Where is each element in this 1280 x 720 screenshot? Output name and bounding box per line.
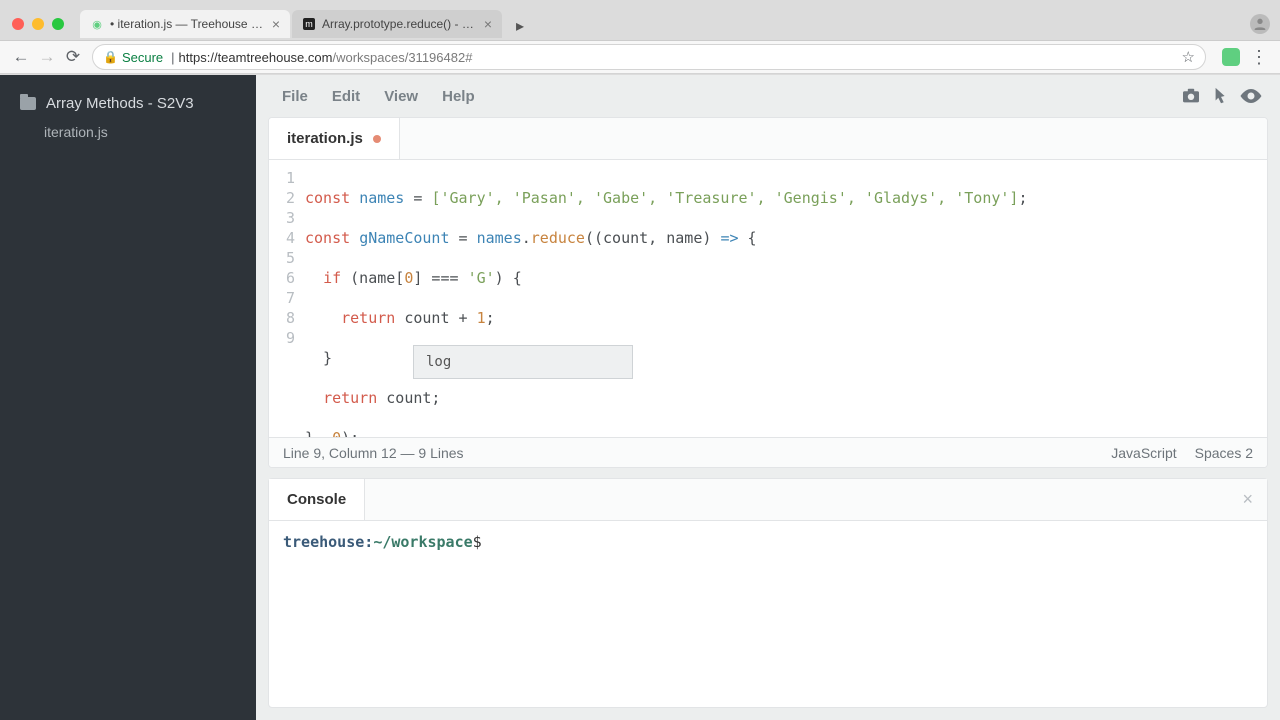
unsaved-indicator-icon	[373, 135, 381, 143]
tab-title: Array.prototype.reduce() - Jav	[322, 17, 480, 31]
url-separator: |	[171, 50, 174, 65]
console-header: Console ×	[269, 479, 1267, 521]
file-name-label: iteration.js	[44, 124, 108, 140]
project-name-label: Array Methods - S2V3	[46, 95, 194, 112]
prompt-host: treehouse:	[283, 533, 373, 551]
cursor-icon[interactable]	[1206, 87, 1236, 105]
editor-card: iteration.js 1 2 3 4 5 6 7 8 9 const nam…	[268, 117, 1268, 468]
editor-tab-iteration[interactable]: iteration.js	[269, 118, 400, 159]
url-path: /workspaces/31196482#	[332, 50, 472, 65]
prompt-path: ~/workspace	[373, 533, 472, 551]
autocomplete-item-log[interactable]: log	[414, 346, 632, 378]
address-bar-row: ← → ⟳ 🔒 Secure | https://teamtreehouse.c…	[0, 40, 1280, 74]
folder-icon	[20, 97, 36, 110]
tab-workspace[interactable]: ◉ • iteration.js — Treehouse Wo ×	[80, 10, 290, 38]
window-minimize-button[interactable]	[32, 18, 44, 30]
main-panel: File Edit View Help iteration.js	[256, 75, 1280, 720]
nav-back-button[interactable]: ←	[8, 44, 34, 70]
language-label[interactable]: JavaScript	[1111, 445, 1176, 461]
tab-title: • iteration.js — Treehouse Wo	[110, 17, 268, 31]
tab-close-button[interactable]: ×	[272, 16, 280, 32]
prompt-symbol: $	[473, 533, 482, 551]
cursor-position-label: Line 9, Column 12 — 9 Lines	[283, 445, 464, 461]
url-host: https://teamtreehouse.com	[179, 50, 333, 65]
mdn-favicon-icon: m	[302, 17, 316, 31]
browser-menu-button[interactable]: ⋮	[1250, 47, 1268, 68]
window-maximize-button[interactable]	[52, 18, 64, 30]
console-terminal[interactable]: treehouse:~/workspace$	[269, 521, 1267, 563]
file-sidebar: Array Methods - S2V3 iteration.js	[0, 75, 256, 720]
lock-icon: 🔒	[103, 50, 118, 64]
autocomplete-popup[interactable]: log	[413, 345, 633, 379]
tab-strip: ◉ • iteration.js — Treehouse Wo × m Arra…	[80, 8, 532, 38]
line-gutter: 1 2 3 4 5 6 7 8 9	[269, 168, 305, 429]
editor-tab-title: iteration.js	[287, 130, 363, 147]
preview-eye-icon[interactable]	[1236, 89, 1266, 103]
console-tab[interactable]: Console	[269, 479, 365, 520]
console-panel: Console × treehouse:~/workspace$	[268, 478, 1268, 708]
window-close-button[interactable]	[12, 18, 24, 30]
browser-chrome: ◉ • iteration.js — Treehouse Wo × m Arra…	[0, 0, 1280, 75]
nav-forward-button[interactable]: →	[34, 44, 60, 70]
bookmark-star-icon[interactable]: ☆	[1182, 48, 1195, 66]
treehouse-favicon-icon: ◉	[90, 17, 104, 31]
indent-label[interactable]: Spaces 2	[1195, 445, 1253, 461]
tab-mdn[interactable]: m Array.prototype.reduce() - Jav ×	[292, 10, 502, 38]
reload-button[interactable]: ⟳	[60, 44, 86, 70]
code-editor[interactable]: 1 2 3 4 5 6 7 8 9 const names = ['Gary',…	[269, 160, 1267, 437]
menu-view[interactable]: View	[372, 82, 430, 111]
menubar: File Edit View Help	[256, 75, 1280, 117]
console-close-button[interactable]: ×	[1228, 479, 1267, 520]
code-lines: const names = ['Gary', 'Pasan', 'Gabe', …	[305, 168, 1267, 429]
menu-help[interactable]: Help	[430, 82, 487, 111]
secure-label: Secure	[122, 50, 163, 65]
editor-tab-strip: iteration.js	[269, 118, 1267, 160]
profile-avatar[interactable]	[1250, 14, 1270, 34]
new-tab-button[interactable]: ▸	[508, 14, 532, 38]
camera-icon[interactable]	[1176, 88, 1206, 104]
sidebar-project-folder[interactable]: Array Methods - S2V3	[0, 89, 256, 118]
menu-file[interactable]: File	[270, 82, 320, 111]
window-controls	[12, 18, 64, 30]
editor-statusbar: Line 9, Column 12 — 9 Lines JavaScript S…	[269, 437, 1267, 467]
workspace-app: Array Methods - S2V3 iteration.js File E…	[0, 75, 1280, 720]
sidebar-file-iteration[interactable]: iteration.js	[0, 118, 256, 146]
treehouse-extension-icon[interactable]	[1222, 48, 1240, 66]
address-bar[interactable]: 🔒 Secure | https://teamtreehouse.com/wor…	[92, 44, 1206, 70]
tab-close-button[interactable]: ×	[484, 16, 492, 32]
menu-edit[interactable]: Edit	[320, 82, 372, 111]
